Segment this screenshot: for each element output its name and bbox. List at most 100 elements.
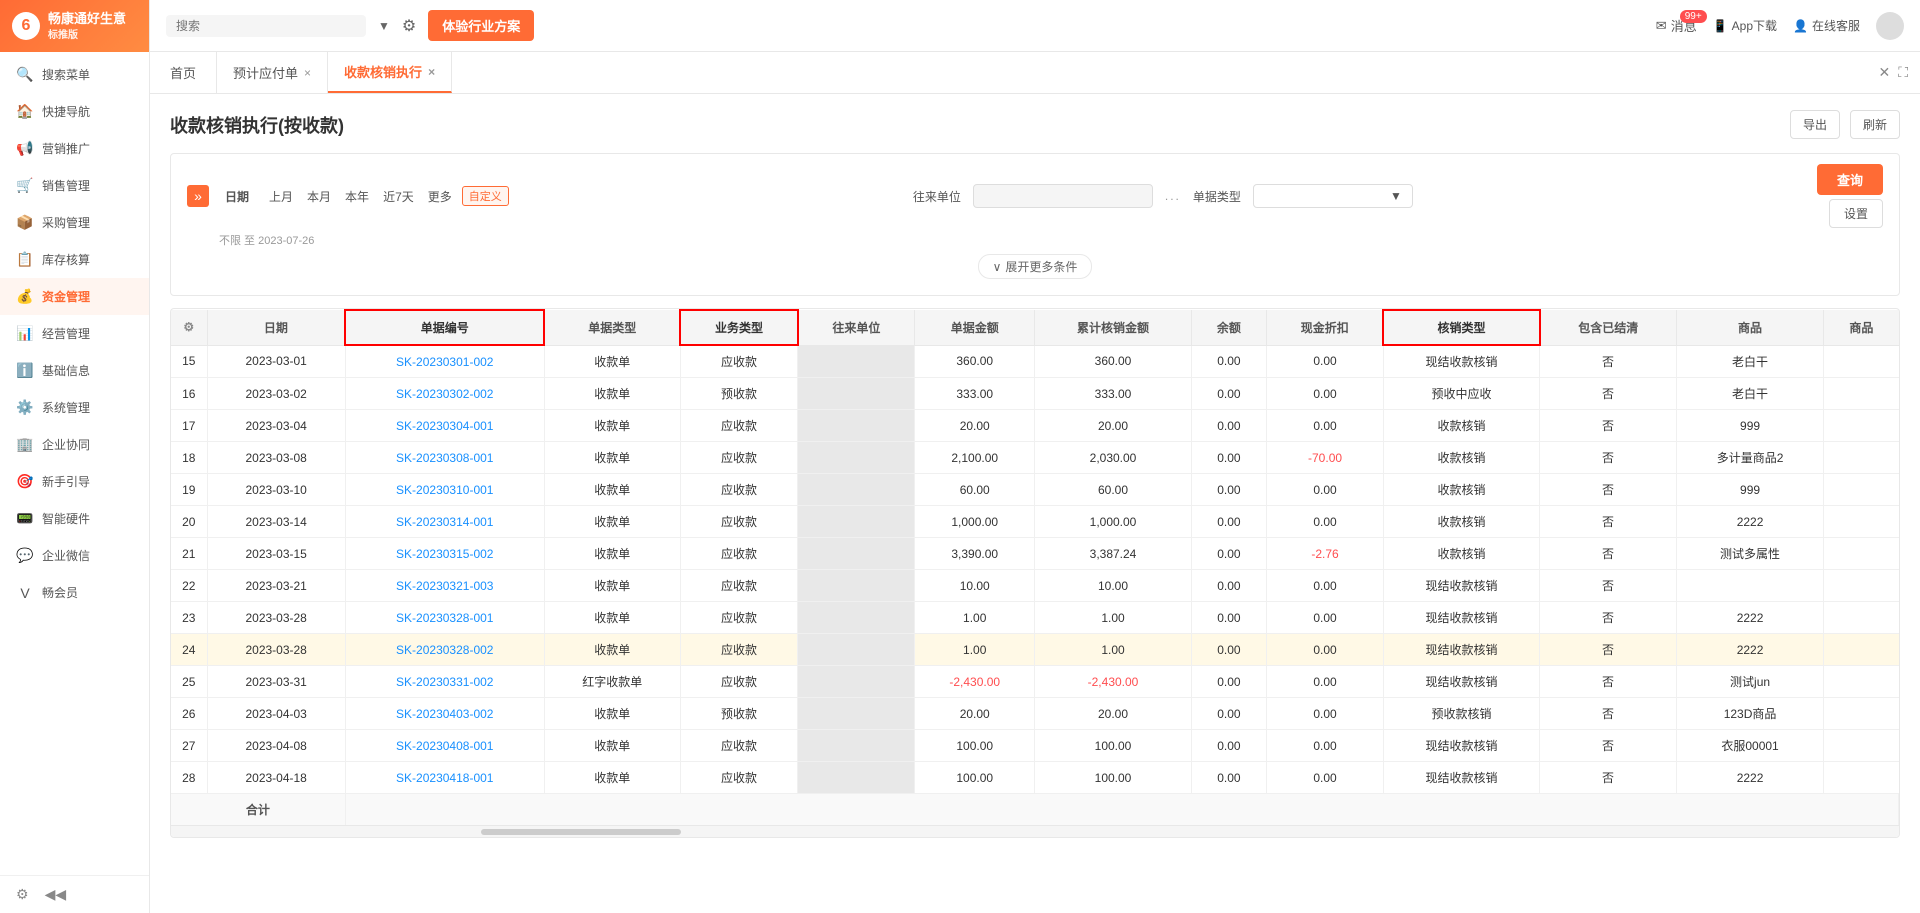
cell-cash-discount: 0.00 — [1267, 666, 1384, 698]
header-search-input[interactable] — [166, 15, 366, 37]
sidebar-item-basic[interactable]: ℹ️ 基础信息 — [0, 352, 149, 389]
sidebar-item-corp[interactable]: 🏢 企业协同 — [0, 426, 149, 463]
cell-balance: 0.00 — [1191, 442, 1267, 474]
more-dates-btn[interactable]: 更多 — [424, 186, 456, 207]
sidebar-item-purchase[interactable]: 📦 采购管理 — [0, 204, 149, 241]
app-download-link[interactable]: 📱 App下载 — [1713, 17, 1777, 34]
cell-bill-no[interactable]: SK-20230321-003 — [345, 570, 544, 602]
bill-no-link[interactable]: SK-20230328-002 — [396, 643, 493, 657]
cell-balance: 0.00 — [1191, 666, 1267, 698]
scrollbar-area[interactable] — [171, 825, 1899, 837]
user-avatar[interactable] — [1876, 12, 1904, 40]
cell-bill-no[interactable]: SK-20230403-002 — [345, 698, 544, 730]
cell-date: 2023-03-31 — [207, 666, 345, 698]
bill-no-link[interactable]: SK-20230418-001 — [396, 771, 493, 785]
settings-icon[interactable]: ⚙ — [16, 886, 29, 903]
hardware-icon: 📟 — [16, 510, 34, 527]
cell-bill-no[interactable]: SK-20230308-001 — [345, 442, 544, 474]
sidebar-item-operation[interactable]: 📊 经营管理 — [0, 315, 149, 352]
cell-no: 18 — [171, 442, 207, 474]
maximize-icon[interactable]: ⛶ — [1898, 64, 1908, 81]
tab-close-collection[interactable]: × — [428, 65, 435, 79]
cell-bill-no[interactable]: SK-20230418-001 — [345, 762, 544, 794]
cell-bill-no[interactable]: SK-20230328-001 — [345, 602, 544, 634]
tab-home[interactable]: 首页 — [150, 52, 217, 93]
bill-no-link[interactable]: SK-20230408-001 — [396, 739, 493, 753]
cell-bill-no[interactable]: SK-20230314-001 — [345, 506, 544, 538]
tab-prepay[interactable]: 预计应付单 × — [217, 52, 328, 93]
cell-no: 20 — [171, 506, 207, 538]
counterpart-input[interactable] — [973, 184, 1153, 208]
last-7days-btn[interactable]: 近7天 — [379, 186, 418, 207]
sidebar-item-wechat[interactable]: 💬 企业微信 — [0, 537, 149, 574]
gear-icon[interactable]: ⚙ — [183, 320, 194, 334]
date-range-display: 不限 至 2023-07-26 — [219, 235, 314, 247]
cell-bill-no[interactable]: SK-20230408-001 — [345, 730, 544, 762]
header-gear-icon[interactable]: ⚙ — [402, 16, 416, 36]
bill-no-link[interactable]: SK-20230315-002 — [396, 547, 493, 561]
bill-no-link[interactable]: SK-20230302-002 — [396, 387, 493, 401]
settings-button[interactable]: 设置 — [1829, 199, 1883, 228]
cell-bill-no[interactable]: SK-20230331-002 — [345, 666, 544, 698]
cell-counterpart: ██████ — [798, 538, 915, 570]
tab-close-prepay[interactable]: × — [304, 66, 311, 80]
cell-counterpart: ██████ — [798, 698, 915, 730]
message-icon: ✉ — [1656, 18, 1667, 34]
expand-more-button[interactable]: ∨ 展开更多条件 — [978, 254, 1093, 279]
bill-no-link[interactable]: SK-20230308-001 — [396, 451, 493, 465]
cell-date: 2023-03-15 — [207, 538, 345, 570]
bill-no-link[interactable]: SK-20230301-002 — [396, 355, 493, 369]
cell-bill-no[interactable]: SK-20230304-001 — [345, 410, 544, 442]
sidebar-item-sales[interactable]: 🛒 销售管理 — [0, 167, 149, 204]
cell-goods1: 2222 — [1676, 602, 1823, 634]
sidebar-item-hardware[interactable]: 📟 智能硬件 — [0, 500, 149, 537]
sidebar-item-quicknav[interactable]: 🏠 快捷导航 — [0, 93, 149, 130]
th-goods1: 商品 — [1676, 310, 1823, 345]
sidebar-item-search[interactable]: 🔍 搜索菜单 — [0, 56, 149, 93]
refresh-button[interactable]: 刷新 — [1850, 110, 1900, 139]
cell-bill-no[interactable]: SK-20230310-001 — [345, 474, 544, 506]
cell-bill-no[interactable]: SK-20230315-002 — [345, 538, 544, 570]
cell-goods2 — [1824, 570, 1899, 602]
bill-no-link[interactable]: SK-20230328-001 — [396, 611, 493, 625]
sidebar-item-guide[interactable]: 🎯 新手引导 — [0, 463, 149, 500]
custom-date-btn[interactable]: 自定义 — [462, 186, 509, 206]
query-button[interactable]: 查询 — [1817, 164, 1883, 195]
filter-toggle-button[interactable]: » — [187, 185, 209, 207]
online-service-link[interactable]: 👤 在线客服 — [1793, 17, 1860, 34]
bill-no-link[interactable]: SK-20230314-001 — [396, 515, 493, 529]
sidebar-item-system[interactable]: ⚙️ 系统管理 — [0, 389, 149, 426]
bill-no-link[interactable]: SK-20230331-002 — [396, 675, 493, 689]
cell-bill-no[interactable]: SK-20230302-002 — [345, 378, 544, 410]
th-date: 日期 — [207, 310, 345, 345]
industry-solution-button[interactable]: 体验行业方案 — [428, 10, 534, 41]
bill-no-link[interactable]: SK-20230304-001 — [396, 419, 493, 433]
cell-cash-discount: 0.00 — [1267, 698, 1384, 730]
bill-no-link[interactable]: SK-20230321-003 — [396, 579, 493, 593]
voucher-type-select[interactable]: ▼ — [1253, 184, 1413, 208]
th-gear[interactable]: ⚙ — [171, 310, 207, 345]
export-button[interactable]: 导出 — [1790, 110, 1840, 139]
sidebar-item-funds[interactable]: 💰 资金管理 — [0, 278, 149, 315]
cell-bill-no[interactable]: SK-20230328-002 — [345, 634, 544, 666]
cell-no: 15 — [171, 345, 207, 378]
this-month-btn[interactable]: 本月 — [303, 186, 335, 207]
bill-no-link[interactable]: SK-20230310-001 — [396, 483, 493, 497]
messages-area[interactable]: ✉ 消息 99+ — [1656, 16, 1697, 35]
sidebar-item-marketing[interactable]: 📢 营销推广 — [0, 130, 149, 167]
cell-bill-no[interactable]: SK-20230301-002 — [345, 345, 544, 378]
tab-collection[interactable]: 收款核销执行 × — [328, 52, 452, 93]
last-month-btn[interactable]: 上月 — [265, 186, 297, 207]
cell-accum: 1,000.00 — [1035, 506, 1191, 538]
this-year-btn[interactable]: 本年 — [341, 186, 373, 207]
sidebar-item-inventory[interactable]: 📋 库存核算 — [0, 241, 149, 278]
dropdown-icon[interactable]: ▼ — [378, 19, 390, 33]
bill-no-link[interactable]: SK-20230403-002 — [396, 707, 493, 721]
sidebar-item-vip[interactable]: V 畅会员 — [0, 574, 149, 611]
close-window-icon[interactable]: ✕ — [1878, 64, 1890, 81]
collapse-icon[interactable]: ◀◀ — [45, 886, 67, 903]
cell-balance: 0.00 — [1191, 730, 1267, 762]
cell-cash-discount: 0.00 — [1267, 762, 1384, 794]
cell-goods1: 测试jun — [1676, 666, 1823, 698]
scrollbar-thumb[interactable] — [481, 829, 681, 835]
